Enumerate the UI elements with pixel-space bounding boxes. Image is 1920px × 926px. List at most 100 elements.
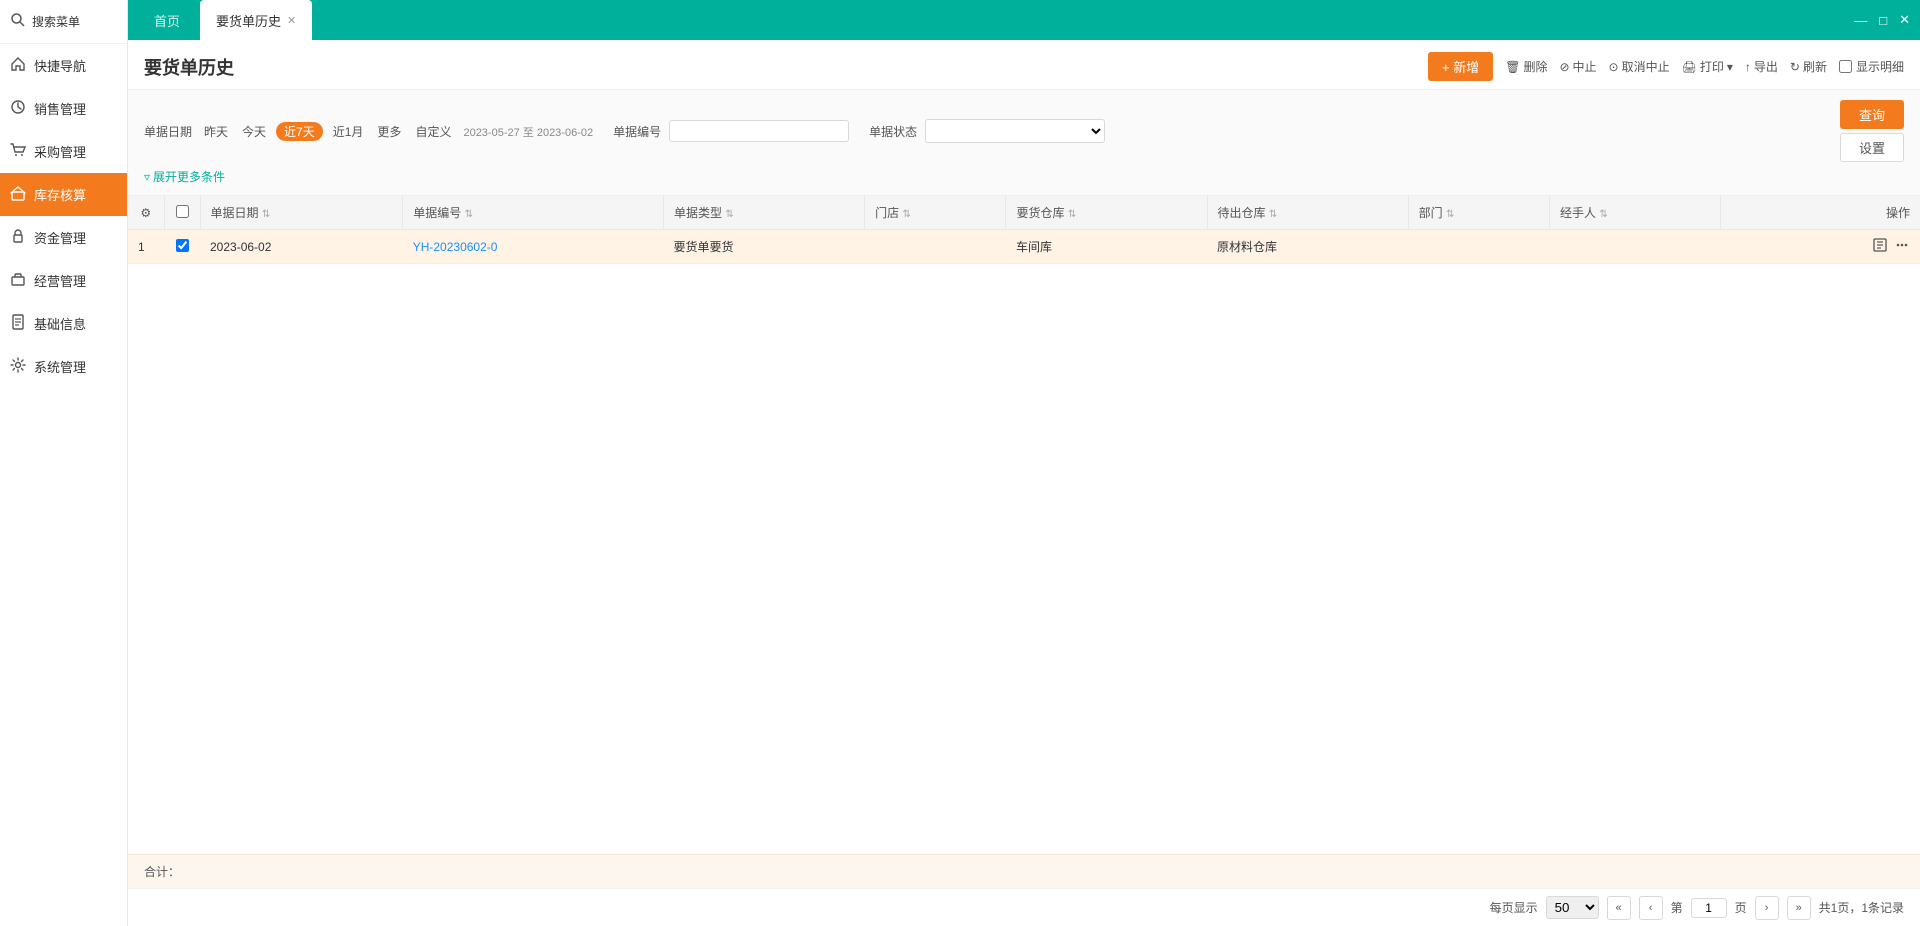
th-doc-type-label: 单据类型 [674,206,722,220]
row-view-button[interactable] [1872,237,1888,256]
th-doc-date-label: 单据日期 [211,206,259,220]
sidebar-search[interactable]: 搜索菜单 [0,0,127,44]
sort-store-icon[interactable]: ⇅ [902,209,910,220]
sidebar-item-basic[interactable]: 基础信息 [0,302,127,345]
table-area: ⚙ 单据日期 ⇅ 单据编号 ⇅ [128,196,1920,854]
last-page-button[interactable]: » [1787,896,1811,920]
sidebar-item-purchase[interactable]: 采购管理 [0,130,127,173]
delete-button[interactable]: 🗑 删除 [1505,58,1547,75]
sort-doc-date-icon[interactable]: ⇅ [262,209,270,220]
sidebar-item-sales[interactable]: 销售管理 [0,87,127,130]
sort-doc-type-icon[interactable]: ⇅ [725,209,733,220]
filter-settings-button[interactable]: 设置 [1840,133,1904,162]
doc-number-label: 单据编号 [613,123,661,140]
doc-status-select[interactable] [925,119,1105,143]
th-doc-number-label: 单据编号 [413,206,461,220]
tab-requisition-history[interactable]: 要货单历史 ✕ [200,0,312,40]
date-filter-group: 单据日期 昨天 今天 近7天 近1月 更多 自定义 2023-05-27 至 2… [144,122,593,141]
date-opt-more[interactable]: 更多 [373,122,405,141]
maximize-button[interactable]: □ [1879,13,1887,28]
stop-label: 中止 [1573,58,1597,75]
page-size-label: 每页显示 [1490,899,1538,916]
sidebar-item-finance[interactable]: 资金管理 [0,216,127,259]
sidebar-search-label: 搜索菜单 [32,13,80,30]
td-checkbox [164,230,200,264]
sidebar-item-inventory[interactable]: 库存核算 [0,173,127,216]
briefcase-icon [10,271,26,290]
sort-doc-number-icon[interactable]: ⇅ [465,209,473,220]
doc-number-link[interactable]: YH-20230602-0 [413,240,498,254]
td-index: 1 [128,230,164,264]
th-store: 门店 ⇅ [865,196,1006,230]
print-icon: 🖨 [1682,60,1697,74]
th-handler: 经手人 ⇅ [1549,196,1720,230]
th-doc-number: 单据编号 ⇅ [403,196,664,230]
row-more-button[interactable] [1894,237,1910,256]
th-store-label: 门店 [875,206,899,220]
tab-close-icon[interactable]: ✕ [287,14,296,27]
file-icon [10,314,26,333]
date-opt-1month[interactable]: 近1月 [329,122,368,141]
date-opt-7days[interactable]: 近7天 [276,122,323,141]
stop-button[interactable]: ⊘ 中止 [1559,58,1596,75]
settings-icon [10,357,26,376]
sort-pending-warehouse-icon[interactable]: ⇅ [1269,209,1277,220]
sort-department-icon[interactable]: ⇅ [1446,209,1454,220]
next-page-button[interactable]: › [1755,896,1779,920]
row-checkbox[interactable] [176,239,189,252]
lock-icon [10,228,26,247]
page-title: 要货单历史 [144,54,1416,80]
export-button[interactable]: ↑ 导出 [1745,58,1778,75]
header-actions: + 新增 🗑 删除 ⊘ 中止 ⊙ 取消中止 🖨 打印 ▾ [1428,52,1904,81]
sidebar-item-label: 资金管理 [34,228,86,247]
column-settings-icon[interactable]: ⚙ [140,206,151,220]
td-department [1408,230,1549,264]
td-store [865,230,1006,264]
sidebar-item-system[interactable]: 系统管理 [0,345,127,388]
close-window-button[interactable]: ✕ [1899,12,1910,28]
table-header-row: ⚙ 单据日期 ⇅ 单据编号 ⇅ [128,196,1920,230]
sidebar-item-label: 系统管理 [34,357,86,376]
tab-home[interactable]: 首页 [138,0,196,40]
delete-label: 删除 [1523,58,1547,75]
cancel-stop-button[interactable]: ⊙ 取消中止 [1609,58,1670,75]
cart-icon [10,142,26,161]
td-handler [1549,230,1720,264]
query-button[interactable]: 查询 [1840,100,1904,129]
sort-req-warehouse-icon[interactable]: ⇅ [1068,209,1076,220]
main-area: 首页 要货单历史 ✕ — □ ✕ 要货单历史 + 新增 🗑 删除 ⊘ [128,0,1920,926]
table-row[interactable]: 1 2023-06-02 YH-20230602-0 要货单要货 车间库 原材料… [128,230,1920,264]
cancel-stop-label: 取消中止 [1622,58,1670,75]
minimize-button[interactable]: — [1854,13,1867,28]
data-table: ⚙ 单据日期 ⇅ 单据编号 ⇅ [128,196,1920,264]
doc-number-input[interactable] [669,120,849,142]
print-dropdown-icon: ▾ [1727,60,1733,74]
sidebar-item-label: 销售管理 [34,99,86,118]
expand-label: 展开更多条件 [153,168,225,185]
display-detail-label: 显示明细 [1856,58,1904,75]
expand-more-button[interactable]: ▿ 展开更多条件 [144,168,1904,185]
display-detail-checkbox[interactable] [1839,60,1852,73]
table-footer: 合计： [128,854,1920,888]
th-settings[interactable]: ⚙ [128,196,164,230]
page-size-select[interactable]: 10 20 50 100 [1546,896,1599,919]
date-opt-yesterday[interactable]: 昨天 [200,122,232,141]
date-opt-custom[interactable]: 自定义 [411,122,455,141]
doc-number-filter-group: 单据编号 [613,120,849,142]
sidebar-item-quick-nav[interactable]: 快捷导航 [0,44,127,87]
sidebar-item-operation[interactable]: 经营管理 [0,259,127,302]
th-req-warehouse: 要货仓库 ⇅ [1006,196,1207,230]
date-opt-today[interactable]: 今天 [238,122,270,141]
page-number-input[interactable] [1691,898,1727,918]
sort-handler-icon[interactable]: ⇅ [1599,209,1607,220]
prev-page-button[interactable]: ‹ [1639,896,1663,920]
select-all-checkbox[interactable] [176,205,189,218]
th-operations-label: 操作 [1886,206,1910,220]
print-button[interactable]: 🖨 打印 ▾ [1682,58,1733,75]
refresh-icon: ↻ [1790,60,1800,74]
new-button[interactable]: + 新增 [1428,52,1493,81]
stop-icon: ⊘ [1559,60,1569,74]
first-page-button[interactable]: « [1607,896,1631,920]
refresh-button[interactable]: ↻ 刷新 [1790,58,1827,75]
display-detail-toggle[interactable]: 显示明细 [1839,58,1904,75]
